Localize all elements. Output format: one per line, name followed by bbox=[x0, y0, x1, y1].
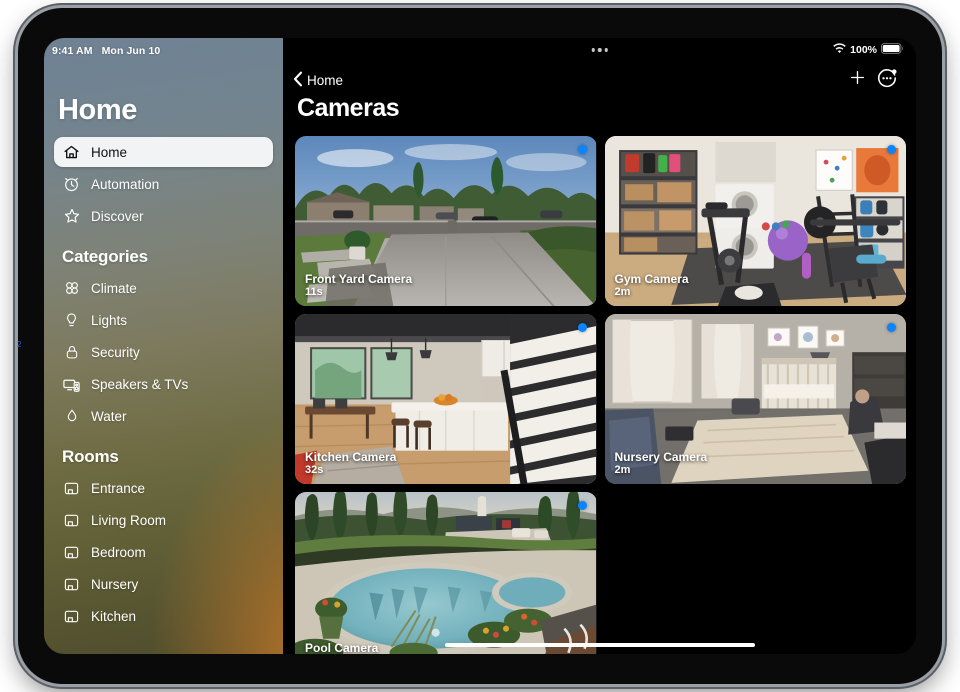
fan-icon bbox=[62, 279, 81, 298]
camera-name: Gym Camera bbox=[615, 272, 689, 286]
sidebar: 9:41 AM Mon Jun 10 Home Home bbox=[44, 38, 283, 654]
sidebar-item-label: Kitchen bbox=[91, 609, 136, 624]
camera-timestamp: 11s bbox=[305, 286, 412, 299]
camera-timestamp: 2m bbox=[615, 464, 708, 477]
camera-tile-kitchen[interactable]: Kitchen Camera 32s bbox=[295, 314, 597, 484]
page-title: Cameras bbox=[297, 94, 399, 123]
room-icon bbox=[62, 479, 81, 498]
sidebar-item-label: Living Room bbox=[91, 513, 166, 528]
page-edge-mark: 2 bbox=[17, 340, 21, 349]
sidebar-item-home[interactable]: Home bbox=[54, 137, 273, 167]
sidebar-item-bedroom[interactable]: Bedroom bbox=[54, 537, 273, 567]
sidebar-item-discover[interactable]: Discover bbox=[54, 201, 273, 231]
room-icon bbox=[62, 575, 81, 594]
camera-name: Kitchen Camera bbox=[305, 450, 396, 464]
camera-name: Front Yard Camera bbox=[305, 272, 412, 286]
camera-feed-pool bbox=[295, 492, 596, 654]
camera-meta: Front Yard Camera 11s bbox=[305, 272, 412, 299]
sidebar-item-automation[interactable]: Automation bbox=[54, 169, 273, 199]
camera-status-dot bbox=[578, 323, 587, 332]
more-options-button[interactable] bbox=[872, 65, 902, 95]
add-button[interactable] bbox=[842, 65, 872, 95]
chevron-left-icon bbox=[293, 71, 303, 90]
sidebar-item-water[interactable]: Water bbox=[54, 401, 273, 431]
clock-automation-icon bbox=[62, 175, 81, 194]
sidebar-item-label: Bedroom bbox=[91, 545, 146, 560]
camera-status-dot bbox=[887, 145, 896, 154]
sidebar-item-nursery[interactable]: Nursery bbox=[54, 569, 273, 599]
camera-meta: Nursery Camera 2m bbox=[615, 450, 708, 477]
sidebar-item-label: Lights bbox=[91, 313, 127, 328]
back-button-label: Home bbox=[307, 73, 343, 88]
wifi-icon bbox=[833, 43, 846, 57]
sidebar-item-label: Discover bbox=[91, 209, 144, 224]
multitasking-dots-icon[interactable] bbox=[591, 48, 608, 52]
camera-meta: Gym Camera 2m bbox=[615, 272, 689, 299]
speaker-tv-icon bbox=[62, 375, 81, 394]
camera-meta: Kitchen Camera 32s bbox=[305, 450, 396, 477]
camera-status-dot bbox=[578, 145, 587, 154]
sidebar-item-speakers-tvs[interactable]: Speakers & TVs bbox=[54, 369, 273, 399]
sidebar-section-rooms: Rooms bbox=[62, 447, 283, 467]
sidebar-item-living-room[interactable]: Living Room bbox=[54, 505, 273, 535]
camera-tile-nursery[interactable]: Nursery Camera 2m bbox=[605, 314, 907, 484]
lock-icon bbox=[62, 343, 81, 362]
sidebar-item-label: Security bbox=[91, 345, 140, 360]
camera-grid: Front Yard Camera 11s bbox=[295, 136, 906, 654]
battery-full-icon bbox=[881, 43, 904, 57]
sidebar-title: Home bbox=[58, 94, 283, 127]
sidebar-item-label: Speakers & TVs bbox=[91, 377, 188, 392]
sidebar-item-kitchen[interactable]: Kitchen bbox=[54, 601, 273, 631]
sidebar-section-categories: Categories bbox=[62, 247, 283, 267]
navigation-bar: Home bbox=[283, 64, 916, 96]
sidebar-item-label: Home bbox=[91, 145, 127, 160]
sidebar-item-entrance[interactable]: Entrance bbox=[54, 473, 273, 503]
ipad-device-frame: 9:41 AM Mon Jun 10 Home Home bbox=[18, 8, 942, 684]
main-content: 100% Home bbox=[283, 38, 916, 654]
camera-tile-pool[interactable]: Pool Camera bbox=[295, 492, 597, 654]
star-icon bbox=[62, 207, 81, 226]
camera-tile-front-yard[interactable]: Front Yard Camera 11s bbox=[295, 136, 597, 306]
sidebar-item-label: Automation bbox=[91, 177, 159, 192]
sidebar-item-security[interactable]: Security bbox=[54, 337, 273, 367]
camera-tile-gym[interactable]: Gym Camera 2m bbox=[605, 136, 907, 306]
back-button[interactable]: Home bbox=[293, 71, 343, 90]
lightbulb-icon bbox=[62, 311, 81, 330]
camera-name: Pool Camera bbox=[305, 641, 378, 654]
camera-meta: Pool Camera bbox=[305, 641, 378, 654]
camera-status-dot bbox=[578, 501, 587, 510]
house-icon bbox=[62, 143, 81, 162]
sidebar-item-climate[interactable]: Climate bbox=[54, 273, 273, 303]
sidebar-item-label: Climate bbox=[91, 281, 137, 296]
room-icon bbox=[62, 511, 81, 530]
sidebar-item-label: Nursery bbox=[91, 577, 138, 592]
camera-status-dot bbox=[887, 323, 896, 332]
room-icon bbox=[62, 543, 81, 562]
home-indicator[interactable] bbox=[445, 643, 755, 647]
camera-timestamp: 2m bbox=[615, 286, 689, 299]
room-icon bbox=[62, 607, 81, 626]
sidebar-item-label: Entrance bbox=[91, 481, 145, 496]
battery-percent-label: 100% bbox=[850, 44, 877, 56]
camera-name: Nursery Camera bbox=[615, 450, 708, 464]
sidebar-item-lights[interactable]: Lights bbox=[54, 305, 273, 335]
plus-icon bbox=[848, 68, 867, 92]
sidebar-item-label: Water bbox=[91, 409, 127, 424]
camera-timestamp: 32s bbox=[305, 464, 396, 477]
more-circle-icon bbox=[876, 67, 898, 94]
water-drop-icon bbox=[62, 407, 81, 426]
sidebar-scroll-area[interactable]: Home Home bbox=[44, 38, 283, 654]
status-bar-right: 100% bbox=[833, 43, 904, 57]
ipad-screen: 9:41 AM Mon Jun 10 Home Home bbox=[44, 38, 916, 654]
